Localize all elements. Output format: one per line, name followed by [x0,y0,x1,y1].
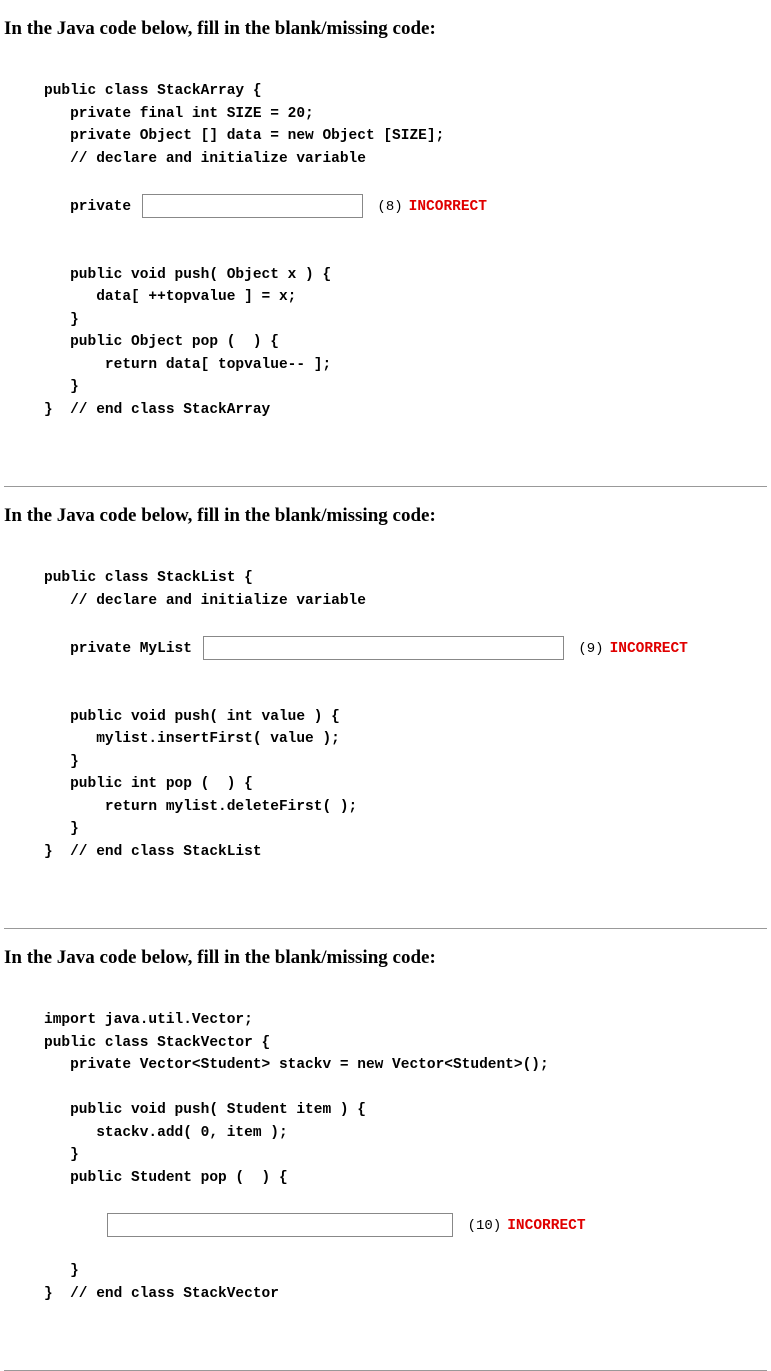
question-prompt: In the Java code below, fill in the blan… [4,505,767,527]
status-label: INCORRECT [507,1218,585,1234]
code-block: public class StackArray { private final … [4,58,767,466]
code-before: import java.util.Vector; public class St… [44,1009,767,1189]
blank-prefix [44,1218,105,1234]
code-before: public class StackList { // declare and … [44,567,767,612]
code-after: public void push( int value ) { mylist.i… [44,683,767,863]
code-block: public class StackList { // declare and … [4,545,767,908]
status-label: INCORRECT [610,641,688,657]
blank-marker: (9) [578,641,603,657]
status-label: INCORRECT [409,199,487,215]
blank-marker: (8) [377,199,402,215]
code-after: public void push( Object x ) { data[ ++t… [44,241,767,421]
answer-input-9[interactable] [203,636,564,660]
blank-line: private (8) INCORRECT [44,193,767,219]
question-3: In the Java code below, fill in the blan… [4,929,767,1371]
blank-prefix: private [44,199,140,215]
question-prompt: In the Java code below, fill in the blan… [4,947,767,969]
blank-line: private MyList (9) INCORRECT [44,635,767,661]
question-1: In the Java code below, fill in the blan… [4,0,767,487]
question-prompt: In the Java code below, fill in the blan… [4,18,767,40]
blank-prefix: private MyList [44,641,201,657]
answer-input-10[interactable] [107,1213,453,1237]
blank-marker: (10) [468,1218,502,1234]
code-block: import java.util.Vector; public class St… [4,987,767,1350]
code-before: public class StackArray { private final … [44,80,767,170]
blank-line: (10) INCORRECT [44,1212,767,1238]
code-after: } } // end class StackVector [44,1260,767,1305]
answer-input-8[interactable] [142,194,363,218]
question-2: In the Java code below, fill in the blan… [4,487,767,929]
